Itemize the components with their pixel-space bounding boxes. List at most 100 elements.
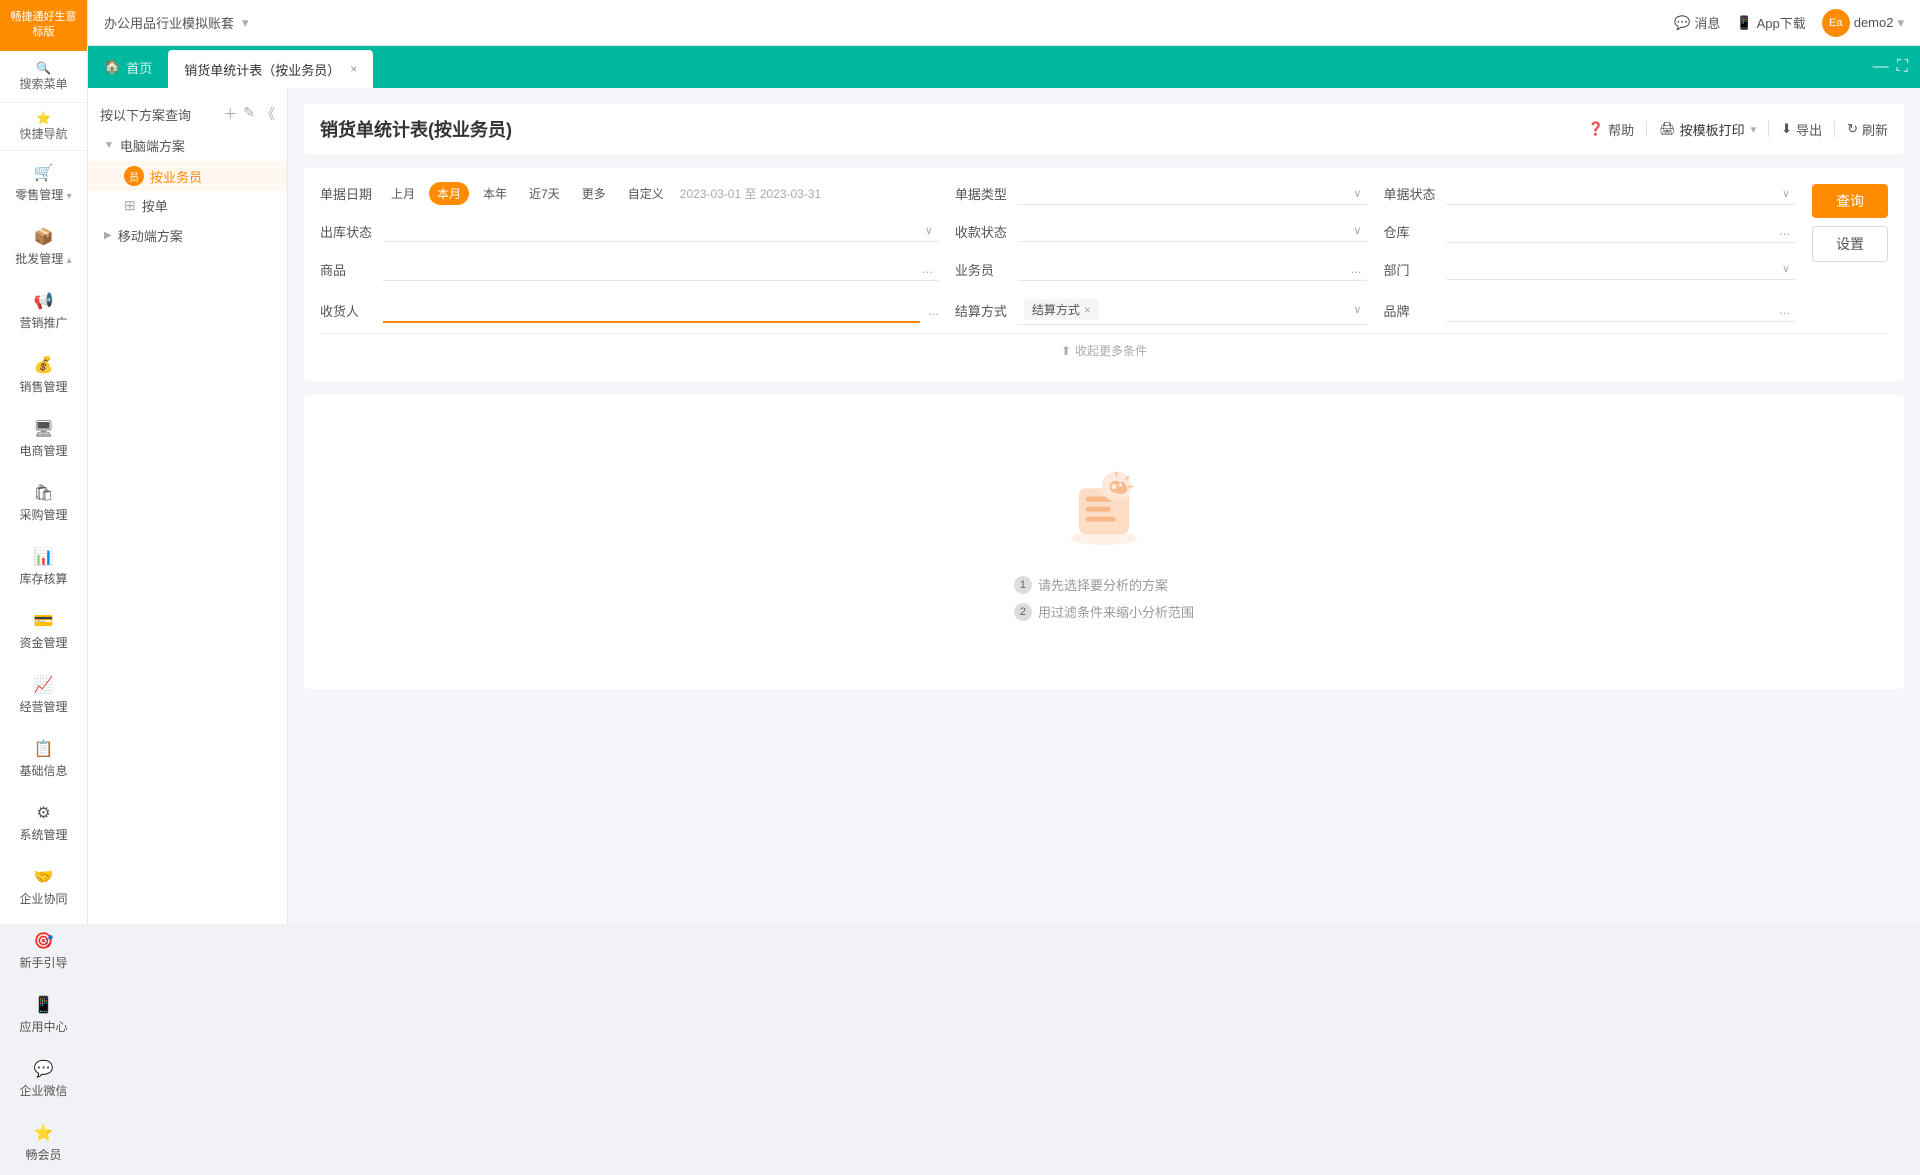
tab-close-icon[interactable]: × bbox=[350, 62, 357, 76]
filter-status-item: 单据状态 ∨ bbox=[1383, 183, 1796, 205]
settle-label: 结算方式 bbox=[955, 301, 1010, 320]
sidebar-item-finance[interactable]: 💳 资金管理 bbox=[0, 599, 87, 663]
sidebar-item-wechat[interactable]: 💬 企业微信 bbox=[0, 1047, 87, 1111]
main-area: 办公用品行业模拟账套 ▾ 💬 消息 📱 App下载 Ea demo2 ▾ � bbox=[88, 0, 1920, 924]
sidebar-item-system[interactable]: ⚙ 系统管理 bbox=[0, 791, 87, 855]
tree-collapse-icon: ▶ bbox=[104, 230, 112, 241]
topbar: 办公用品行业模拟账套 ▾ 💬 消息 📱 App下载 Ea demo2 ▾ bbox=[88, 0, 1920, 46]
collapse-panel-icon[interactable]: 《 bbox=[261, 104, 275, 124]
tab-home[interactable]: 🏠 首页 bbox=[88, 46, 168, 88]
date-btn-this-year[interactable]: 本年 bbox=[475, 182, 515, 205]
sidebar-item-operations[interactable]: 📈 经营管理 bbox=[0, 663, 87, 727]
sidebar-item-retail[interactable]: 🛒 零售管理 ▾ bbox=[0, 151, 87, 215]
sidebar-item-inventory[interactable]: 📊 库存核算 bbox=[0, 535, 87, 599]
export-btn[interactable]: ⬇ 导出 bbox=[1781, 120, 1822, 139]
workspace-dropdown-icon[interactable]: ▾ bbox=[242, 15, 249, 31]
dept-label: 部门 bbox=[1383, 260, 1438, 279]
tab-sales-stats[interactable]: 销货单统计表（按业务员） × bbox=[168, 50, 373, 88]
tree-item-pc[interactable]: ▼ 电脑端方案 bbox=[88, 130, 287, 161]
settings-btn[interactable]: 设置 bbox=[1812, 226, 1888, 262]
newuser-icon: 🎯 bbox=[0, 931, 87, 951]
divider3 bbox=[1834, 121, 1835, 137]
print-btn[interactable]: 🖨 按模板打印 ▾ bbox=[1659, 120, 1756, 139]
sidebar-item-wholesale[interactable]: 📦 批发管理 ▴ bbox=[0, 215, 87, 279]
goods-select[interactable]: ... bbox=[383, 257, 939, 281]
messages-btn[interactable]: 💬 消息 bbox=[1674, 13, 1720, 32]
user-avatar[interactable]: Ea demo2 ▾ bbox=[1822, 9, 1904, 37]
left-panel-header: 按以下方案查询 ＋ ✎ 《 bbox=[88, 98, 287, 130]
tree-child-by-order[interactable]: ⊞ 按单 bbox=[88, 191, 287, 220]
order-scheme-icon: ⊞ bbox=[124, 197, 136, 214]
receiver-input[interactable] bbox=[383, 298, 920, 323]
type-select[interactable]: ∨ bbox=[1018, 183, 1368, 205]
app-logo[interactable]: 畅捷通好生意 标版 bbox=[0, 0, 87, 51]
date-btn-more[interactable]: 更多 bbox=[574, 182, 614, 205]
date-btn-this-month[interactable]: 本月 bbox=[429, 182, 469, 205]
refresh-icon: ↻ bbox=[1847, 121, 1858, 137]
out-status-dropdown-icon: ∨ bbox=[925, 224, 933, 237]
sidebar-item-newuser[interactable]: 🎯 新手引导 bbox=[0, 919, 87, 983]
wholesale-icon: 📦 bbox=[0, 227, 87, 247]
tab-maximize-icon[interactable]: ⛶ bbox=[1897, 58, 1908, 76]
date-btn-last-month[interactable]: 上月 bbox=[383, 182, 423, 205]
query-buttons: 查询 设置 bbox=[1796, 182, 1888, 262]
status-select[interactable]: ∨ bbox=[1446, 183, 1796, 205]
salesman-select[interactable]: ... bbox=[1018, 257, 1368, 281]
tree-item-mobile-label: 移动端方案 bbox=[118, 226, 183, 245]
app-download-btn[interactable]: 📱 App下载 bbox=[1736, 13, 1805, 32]
finance-icon: 💳 bbox=[0, 611, 87, 631]
search-menu[interactable]: 🔍 搜索菜单 bbox=[0, 51, 87, 103]
help-btn[interactable]: ❓ 帮助 bbox=[1588, 120, 1634, 139]
empty-tip-2: 2 用过滤条件来缩小分析范围 bbox=[1014, 602, 1194, 621]
sidebar-item-marketing[interactable]: 📢 营销推广 bbox=[0, 279, 87, 343]
warehouse-select[interactable]: ... bbox=[1446, 219, 1796, 243]
recv-dropdown-icon: ∨ bbox=[1353, 224, 1361, 237]
empty-tips: 1 请先选择要分析的方案 2 用过滤条件来缩小分析范围 bbox=[1014, 575, 1194, 629]
date-btn-custom[interactable]: 自定义 bbox=[620, 182, 672, 205]
filter-brand-item: 品牌 ... bbox=[1383, 298, 1796, 322]
empty-tip-1: 1 请先选择要分析的方案 bbox=[1014, 575, 1194, 594]
sidebar-item-purchase[interactable]: 🛍 采购管理 bbox=[0, 471, 87, 535]
brand-select[interactable]: ... bbox=[1446, 298, 1796, 322]
topbar-right: 💬 消息 📱 App下载 Ea demo2 ▾ bbox=[1674, 9, 1904, 37]
tree-child-by-salesman[interactable]: 员 按业务员 bbox=[88, 161, 287, 191]
warehouse-dots: ... bbox=[1779, 223, 1790, 238]
query-btn[interactable]: 查询 bbox=[1812, 184, 1888, 218]
filter-date-item: 单据日期 上月 本月 本年 近7天 更多 自定义 2023-03-01 至 20… bbox=[320, 182, 939, 205]
edit-scheme-icon[interactable]: ✎ bbox=[243, 104, 255, 124]
add-scheme-icon[interactable]: ＋ bbox=[223, 104, 237, 124]
empty-state: 1 请先选择要分析的方案 2 用过滤条件来缩小分析范围 bbox=[304, 395, 1904, 689]
settle-tag-close[interactable]: × bbox=[1084, 303, 1091, 317]
recv-status-select[interactable]: ∨ bbox=[1018, 220, 1368, 242]
export-icon: ⬇ bbox=[1781, 121, 1792, 137]
filter-row-1: 单据日期 上月 本月 本年 近7天 更多 自定义 2023-03-01 至 20… bbox=[320, 182, 1796, 205]
sidebar-item-ecommerce[interactable]: 🖥 电商管理 bbox=[0, 407, 87, 471]
tab-minimize-icon[interactable]: — bbox=[1873, 58, 1889, 76]
goods-label: 商品 bbox=[320, 260, 375, 279]
filter-settle-item: 结算方式 结算方式 × ∨ bbox=[955, 295, 1368, 325]
settle-tag: 结算方式 × bbox=[1024, 299, 1099, 320]
sidebar-item-sales[interactable]: 💰 销售管理 bbox=[0, 343, 87, 407]
tabbar: 🏠 首页 销货单统计表（按业务员） × — ⛶ bbox=[88, 46, 1920, 88]
refresh-btn[interactable]: ↻ 刷新 bbox=[1847, 120, 1888, 139]
date-range-display: 2023-03-01 至 2023-03-31 bbox=[680, 185, 821, 202]
sidebar: 畅捷通好生意 标版 🔍 搜索菜单 ⭐ 快捷导航 🛒 零售管理 ▾ 📦 批发管理 … bbox=[0, 0, 88, 924]
user-dropdown-icon: ▾ bbox=[1897, 15, 1904, 31]
sidebar-item-basic[interactable]: 📋 基础信息 bbox=[0, 727, 87, 791]
filter-date-options: 上月 本月 本年 近7天 更多 自定义 bbox=[383, 182, 672, 205]
date-btn-7days[interactable]: 近7天 bbox=[521, 182, 568, 205]
type-dropdown-icon: ∨ bbox=[1353, 187, 1361, 200]
quick-nav[interactable]: ⭐ 快捷导航 bbox=[0, 103, 87, 151]
empty-illustration bbox=[1054, 455, 1154, 555]
print-dropdown-icon[interactable]: ▾ bbox=[1751, 123, 1757, 136]
tree-item-mobile[interactable]: ▶ 移动端方案 bbox=[88, 220, 287, 251]
receiver-dots[interactable]: ... bbox=[928, 303, 939, 318]
sidebar-item-enterprise[interactable]: 🤝 企业协同 bbox=[0, 855, 87, 919]
settle-select[interactable]: 结算方式 × ∨ bbox=[1018, 295, 1368, 325]
out-status-select[interactable]: ∨ bbox=[383, 220, 939, 242]
sidebar-item-apps[interactable]: 📱 应用中心 bbox=[0, 983, 87, 1047]
collapse-btn[interactable]: ⬆ 收起更多条件 bbox=[320, 333, 1888, 367]
dept-dropdown-icon: ∨ bbox=[1782, 262, 1790, 275]
sidebar-item-member[interactable]: ⭐ 畅会员 bbox=[0, 1111, 87, 1175]
dept-select[interactable]: ∨ bbox=[1446, 258, 1796, 280]
